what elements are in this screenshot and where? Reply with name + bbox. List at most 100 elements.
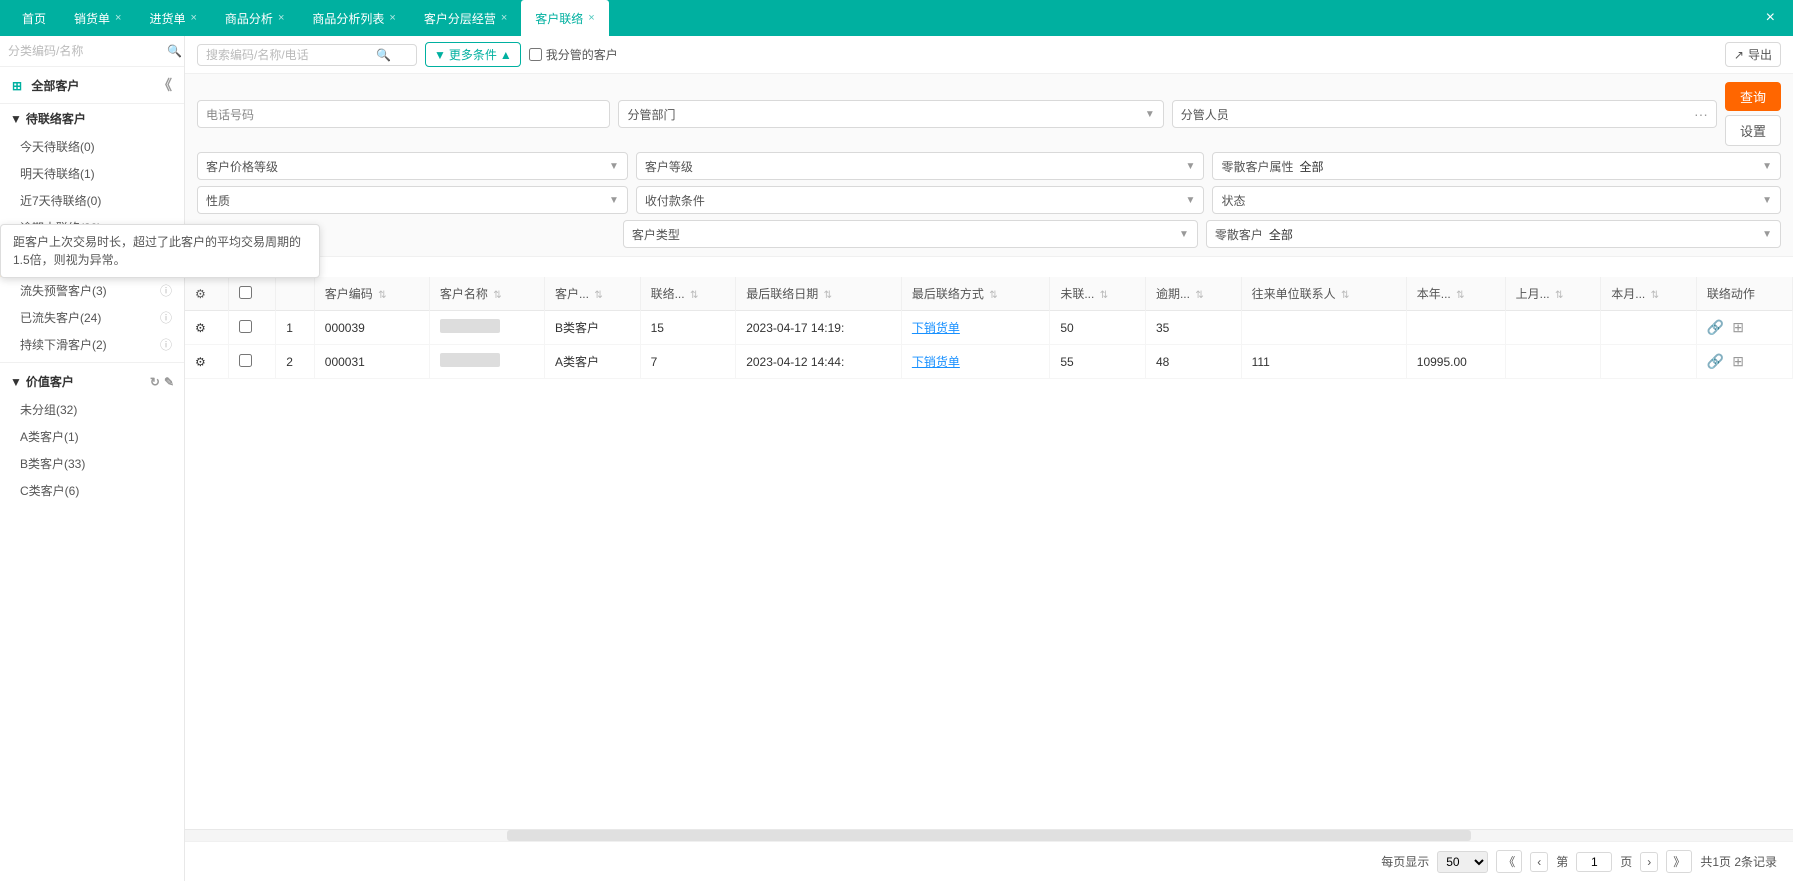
table-row: ⚙ 2 000031 A类客户 7 2023-04-12 14:44: 下销货单… bbox=[185, 345, 1793, 379]
sidebar-item-a-class[interactable]: A类客户(1) bbox=[0, 423, 184, 450]
last-page-button[interactable]: 》 bbox=[1666, 850, 1692, 873]
filter-retail-attr[interactable]: 零散客户属性 全部 ▼ bbox=[1212, 152, 1781, 180]
refresh-icon[interactable]: ↻ bbox=[150, 375, 160, 389]
row2-unpaid: 55 bbox=[1050, 345, 1146, 379]
sidebar-item-ungroup[interactable]: 未分组(32) bbox=[0, 396, 184, 423]
page-number-input[interactable] bbox=[1576, 852, 1612, 872]
first-page-button[interactable]: 《 bbox=[1496, 850, 1522, 873]
checkbox-col-header[interactable] bbox=[228, 277, 275, 311]
row2-company-contact: 111 bbox=[1241, 345, 1406, 379]
row1-this-year bbox=[1406, 311, 1505, 345]
page-unit: 页 bbox=[1620, 853, 1632, 870]
row1-settings[interactable]: ⚙ bbox=[185, 311, 228, 345]
table-container[interactable]: ⚙ 客户编码 ⇅ 客户名称 ⇅ bbox=[185, 277, 1793, 829]
settings-col-header[interactable]: ⚙ bbox=[185, 277, 228, 311]
row2-checkbox[interactable] bbox=[228, 345, 275, 379]
row1-checkbox[interactable] bbox=[228, 311, 275, 345]
this-year-col-header[interactable]: 本年... ⇅ bbox=[1406, 277, 1505, 311]
filter-status[interactable]: 状态 ▼ bbox=[1212, 186, 1781, 214]
next-page-button[interactable]: › bbox=[1640, 852, 1658, 872]
this-month-col-header[interactable]: 本月... ⇅ bbox=[1601, 277, 1697, 311]
nav-close-purchase[interactable]: × bbox=[190, 12, 196, 24]
sidebar-item-loss-warning[interactable]: 流失预警客户(3) ⓘ bbox=[0, 277, 184, 304]
last-month-col-header[interactable]: 上月... ⇅ bbox=[1505, 277, 1601, 311]
filter-row-4: ... 客户类型 ▼ 零散客户 全部 ▼ bbox=[197, 220, 1781, 248]
row2-code: 000031 bbox=[314, 345, 429, 379]
filter-dept[interactable]: 分管部门 ▼ bbox=[618, 100, 1163, 128]
nav-close-customer-layer[interactable]: × bbox=[501, 12, 507, 24]
overdue-col-header[interactable]: 逾期... ⇅ bbox=[1145, 277, 1241, 311]
prev-page-button[interactable]: ‹ bbox=[1530, 852, 1548, 872]
search-icon[interactable]: 🔍 bbox=[376, 48, 391, 62]
unpaid-col-header[interactable]: 未联... ⇅ bbox=[1050, 277, 1146, 311]
contact-col-header[interactable]: 联络... ⇅ bbox=[640, 277, 736, 311]
filter-price-grade[interactable]: 客户价格等级 ▼ bbox=[197, 152, 628, 180]
filter-gender[interactable]: 性质 ▼ bbox=[197, 186, 628, 214]
filter-phone[interactable]: 电话号码 bbox=[197, 100, 610, 128]
my-customers-checkbox[interactable] bbox=[529, 48, 542, 61]
sidebar-item-declining[interactable]: 持续下滑客户(2) ⓘ bbox=[0, 331, 184, 358]
select-all-checkbox[interactable] bbox=[239, 286, 252, 299]
customer-grade-arrow: ▼ bbox=[1186, 161, 1196, 172]
filter-customer-type[interactable]: 客户类型 ▼ bbox=[623, 220, 1198, 248]
last-date-col-header[interactable]: 最后联络日期 ⇅ bbox=[736, 277, 902, 311]
code-col-header[interactable]: 客户编码 ⇅ bbox=[314, 277, 429, 311]
row2-last-method[interactable]: 下销货单 bbox=[901, 345, 1049, 379]
row2-link-icon[interactable]: 🔗 bbox=[1707, 353, 1724, 370]
company-contact-col-header[interactable]: 往来单位联系人 ⇅ bbox=[1241, 277, 1406, 311]
sidebar-item-c-class[interactable]: C类客户(6) bbox=[0, 477, 184, 504]
filter-manager[interactable]: 分管人员 ··· bbox=[1172, 100, 1717, 128]
nav-item-customer-contact[interactable]: 客户联络 × bbox=[521, 0, 608, 36]
nav-item-analysis-list[interactable]: 商品分析列表 × bbox=[298, 0, 409, 36]
sidebar-collapse-button[interactable]: 《 bbox=[158, 75, 172, 95]
row2-settings[interactable]: ⚙ bbox=[185, 345, 228, 379]
edit-icon[interactable]: ✎ bbox=[164, 375, 174, 389]
sidebar-search-input[interactable] bbox=[8, 44, 163, 58]
sidebar-item-7days[interactable]: 近7天待联络(0) bbox=[0, 187, 184, 214]
last-method-col-header[interactable]: 最后联络方式 ⇅ bbox=[901, 277, 1049, 311]
nav-close-sales[interactable]: × bbox=[115, 12, 121, 24]
manager-dots[interactable]: ··· bbox=[1694, 106, 1708, 122]
horizontal-scrollbar[interactable] bbox=[185, 829, 1793, 841]
tooltip-overlay: 距客户上次交易时长，超过了此客户的平均交易周期的1.5倍，则视为异常。 bbox=[185, 224, 320, 278]
sidebar-item-today[interactable]: 今天待联络(0) bbox=[0, 133, 184, 160]
per-page-select[interactable]: 50 100 bbox=[1437, 851, 1488, 873]
nav-item-customer-layer[interactable]: 客户分层经营 × bbox=[410, 0, 521, 36]
row1-link-icon[interactable]: 🔗 bbox=[1707, 319, 1724, 336]
export-button[interactable]: ↗ 导出 bbox=[1725, 42, 1781, 67]
row2-more-icon[interactable]: ⊞ bbox=[1732, 353, 1744, 370]
row2-category: A类客户 bbox=[544, 345, 640, 379]
nav-item-sales[interactable]: 销货单 × bbox=[60, 0, 135, 36]
filter-retail-customer[interactable]: 零散客户 全部 ▼ bbox=[1206, 220, 1781, 248]
row1-more-icon[interactable]: ⊞ bbox=[1732, 319, 1744, 336]
window-close-button[interactable]: × bbox=[1756, 9, 1785, 27]
contact-sort-icon: ⇅ bbox=[690, 290, 698, 301]
sidebar: 🔍 ⊞ 全部客户 《 ▼ 待联络客户 今天待联络(0) 明天待 bbox=[0, 36, 185, 881]
my-customers-checkbox-wrap[interactable]: 我分管的客户 bbox=[529, 46, 618, 63]
filter-customer-grade[interactable]: 客户等级 ▼ bbox=[636, 152, 1205, 180]
settings-button[interactable]: 设置 bbox=[1725, 115, 1781, 146]
nav-close-customer-contact[interactable]: × bbox=[588, 12, 594, 24]
filter-payment[interactable]: 收付款条件 ▼ bbox=[636, 186, 1205, 214]
sidebar-item-lost[interactable]: 已流失客户(24) ⓘ bbox=[0, 304, 184, 331]
nav-item-home[interactable]: 首页 bbox=[8, 0, 60, 36]
search-input[interactable] bbox=[206, 48, 376, 62]
sidebar-item-tomorrow[interactable]: 明天待联络(1) bbox=[0, 160, 184, 187]
per-page-label: 每页显示 bbox=[1381, 853, 1429, 870]
nav-item-purchase[interactable]: 进货单 × bbox=[135, 0, 210, 36]
query-button[interactable]: 查询 bbox=[1725, 82, 1781, 111]
filter-row-2: 客户价格等级 ▼ 客户等级 ▼ 零散客户属性 全部 ▼ bbox=[197, 152, 1781, 180]
more-filter-button[interactable]: ▼ 更多条件 ▲ bbox=[425, 42, 521, 67]
sidebar-section-pending[interactable]: ▼ 待联络客户 bbox=[0, 104, 184, 133]
nav-item-analysis[interactable]: 商品分析 × bbox=[211, 0, 298, 36]
nav-close-analysis[interactable]: × bbox=[278, 12, 284, 24]
name-col-header[interactable]: 客户名称 ⇅ bbox=[429, 277, 544, 311]
row1-category: B类客户 bbox=[544, 311, 640, 345]
category-col-header[interactable]: 客户... ⇅ bbox=[544, 277, 640, 311]
sidebar-group-value-customers[interactable]: ▼ 价值客户 ↻ ✎ bbox=[0, 367, 184, 396]
row1-this-month bbox=[1601, 311, 1697, 345]
sidebar-item-b-class[interactable]: B类客户(33) bbox=[0, 450, 184, 477]
sidebar-search-icon[interactable]: 🔍 bbox=[167, 44, 182, 58]
nav-close-analysis-list[interactable]: × bbox=[389, 12, 395, 24]
row1-last-method[interactable]: 下销货单 bbox=[901, 311, 1049, 345]
